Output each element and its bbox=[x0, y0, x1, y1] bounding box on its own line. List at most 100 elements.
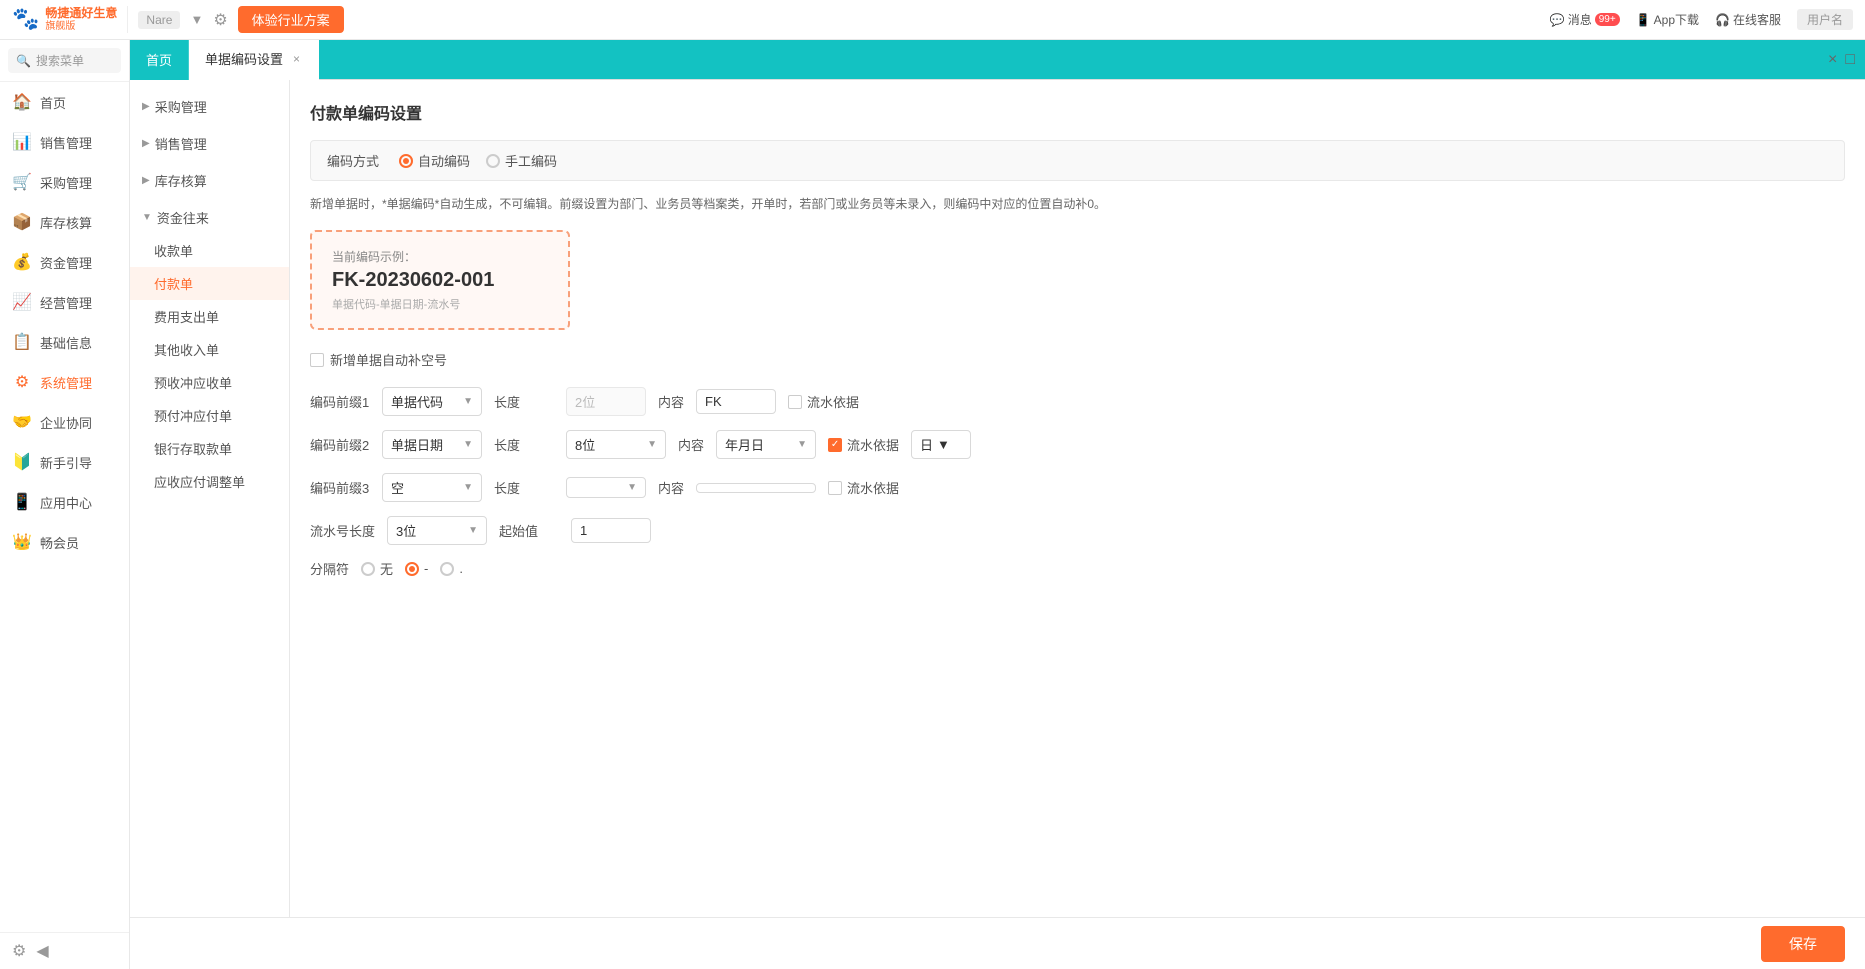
app-name: 畅捷通好生意 bbox=[45, 6, 117, 20]
encoding-method-label: 编码方式 bbox=[327, 151, 379, 170]
sep-dash-dot bbox=[405, 562, 419, 576]
sidebar-settings-icon[interactable]: ⚙ bbox=[12, 941, 26, 961]
sidebar-item-sales[interactable]: 📊 销售管理 bbox=[0, 122, 129, 162]
sidebar-nav: 🏠 首页 📊 销售管理 🛒 采购管理 📦 库存核算 💰 资金管理 📈 经营管理 … bbox=[0, 82, 129, 932]
phone-icon: 📱 bbox=[1636, 13, 1651, 27]
code-preview-desc: 单据代码-单据日期-流水号 bbox=[332, 296, 548, 312]
auto-fill-checkbox[interactable] bbox=[310, 353, 324, 367]
sub-menu-group-inventory: ▶ 库存核算 bbox=[130, 164, 289, 197]
manual-encode-radio[interactable]: 手工编码 bbox=[486, 151, 557, 170]
enterprise-icon: 🤝 bbox=[12, 412, 32, 432]
sub-menu-item-receipt[interactable]: 收款单 bbox=[130, 234, 289, 267]
serial-length-value: 3位 bbox=[396, 521, 416, 540]
settings-icon[interactable]: ⚙ bbox=[213, 10, 227, 30]
prefix2-select[interactable]: 单据日期 ▼ bbox=[382, 430, 482, 459]
minimize-icon[interactable]: × bbox=[1828, 51, 1837, 69]
sidebar-item-purchase[interactable]: 🛒 采购管理 bbox=[0, 162, 129, 202]
trial-button[interactable]: 体验行业方案 bbox=[238, 6, 344, 33]
stream3-label: 流水依据 bbox=[847, 478, 899, 497]
user-avatar[interactable]: 用户名 bbox=[1797, 9, 1853, 30]
sub-menu-item-other-income[interactable]: 其他收入单 bbox=[130, 333, 289, 366]
sidebar: 🔍 搜索菜单 🏠 首页 📊 销售管理 🛒 采购管理 📦 库存核算 💰 资金管理 … bbox=[0, 40, 130, 969]
serial-row: 流水号长度 3位 ▼ 起始值 1 bbox=[310, 516, 1845, 545]
prefix3-value: 空 bbox=[391, 478, 404, 497]
maximize-icon[interactable]: □ bbox=[1845, 51, 1855, 69]
sep-dot-radio[interactable]: . bbox=[440, 561, 463, 576]
sidebar-collapse-icon[interactable]: ◀ bbox=[36, 941, 48, 961]
tab-home[interactable]: 首页 bbox=[130, 40, 189, 80]
app-download-button[interactable]: 📱 App下载 bbox=[1636, 11, 1699, 28]
sidebar-item-guide[interactable]: 🔰 新手引导 bbox=[0, 442, 129, 482]
stream2-checkbox[interactable]: ✓ bbox=[828, 438, 842, 452]
stream2-check: ✓ 流水依据 bbox=[828, 435, 899, 454]
logo-text-group: 畅捷通好生意 旗舰版 bbox=[45, 6, 117, 32]
sub-menu-header-purchase[interactable]: ▶ 采购管理 bbox=[130, 90, 289, 123]
sidebar-search-inner[interactable]: 🔍 搜索菜单 bbox=[8, 48, 121, 73]
sidebar-item-home-label: 首页 bbox=[40, 93, 66, 112]
sidebar-item-member[interactable]: 👑 畅会员 bbox=[0, 522, 129, 562]
sub-menu-header-inventory[interactable]: ▶ 库存核算 bbox=[130, 164, 289, 197]
auto-encode-dot bbox=[399, 154, 413, 168]
tab-close-icon[interactable]: × bbox=[291, 52, 302, 66]
sub-menu-item-advance-receive[interactable]: 预收冲应收单 bbox=[130, 366, 289, 399]
length3-select[interactable]: ▼ bbox=[566, 477, 646, 498]
sidebar-item-finance[interactable]: 💰 资金管理 bbox=[0, 242, 129, 282]
sidebar-item-basic[interactable]: 📋 基础信息 bbox=[0, 322, 129, 362]
content1-input[interactable]: FK bbox=[696, 389, 776, 414]
sub-menu-group-purchase: ▶ 采购管理 bbox=[130, 90, 289, 123]
sub-menu-item-expense[interactable]: 费用支出单 bbox=[130, 300, 289, 333]
sidebar-item-enterprise[interactable]: 🤝 企业协同 bbox=[0, 402, 129, 442]
length1-value: 2位 bbox=[575, 395, 595, 410]
content-area: 付款单编码设置 编码方式 自动编码 手工编码 新增单据时，*单据编码*自动生成，… bbox=[290, 80, 1865, 917]
company-arrow-icon[interactable]: ▼ bbox=[190, 12, 203, 27]
prefix1-select[interactable]: 单据代码 ▼ bbox=[382, 387, 482, 416]
content3-input[interactable] bbox=[696, 483, 816, 493]
sub-menu-bank-deposit-label: 银行存取款单 bbox=[154, 442, 232, 457]
sub-menu-item-receivable-adjust[interactable]: 应收应付调整单 bbox=[130, 465, 289, 498]
sidebar-item-inventory-label: 库存核算 bbox=[40, 213, 92, 232]
length2-select[interactable]: 8位 ▼ bbox=[566, 430, 666, 459]
sub-menu-header-capital[interactable]: ▼ 资金往来 bbox=[130, 201, 289, 234]
sidebar-item-inventory[interactable]: 📦 库存核算 bbox=[0, 202, 129, 242]
sidebar-item-member-label: 畅会员 bbox=[40, 533, 79, 552]
company-selector[interactable]: Nare bbox=[138, 11, 180, 29]
message-badge: 99+ bbox=[1595, 13, 1620, 26]
serial-length-select[interactable]: 3位 ▼ bbox=[387, 516, 487, 545]
sub-menu: ▶ 采购管理 ▶ 销售管理 ▶ 库存核算 ▼ 资金往来 收款单 bbox=[130, 80, 290, 969]
sub-menu-header-sales[interactable]: ▶ 销售管理 bbox=[130, 127, 289, 160]
sales-icon: 📊 bbox=[12, 132, 32, 152]
auto-encode-radio[interactable]: 自动编码 bbox=[399, 151, 470, 170]
online-service-label: 在线客服 bbox=[1733, 11, 1781, 28]
length1-input: 2位 bbox=[566, 387, 646, 416]
sidebar-search[interactable]: 🔍 搜索菜单 bbox=[0, 40, 129, 82]
tab-encode-settings[interactable]: 单据编码设置 × bbox=[189, 40, 319, 80]
sidebar-item-home[interactable]: 🏠 首页 bbox=[0, 82, 129, 122]
length1-label: 长度 bbox=[494, 392, 554, 411]
start-value-input[interactable]: 1 bbox=[571, 518, 651, 543]
stream1-checkbox[interactable] bbox=[788, 395, 802, 409]
prefix3-select[interactable]: 空 ▼ bbox=[382, 473, 482, 502]
tab-home-label: 首页 bbox=[146, 50, 172, 69]
sep-none-radio[interactable]: 无 bbox=[361, 559, 393, 578]
day-select[interactable]: 日 ▼ bbox=[911, 430, 971, 459]
separator-label: 分隔符 bbox=[310, 559, 349, 578]
sub-menu-item-payment[interactable]: 付款单 bbox=[130, 267, 289, 300]
message-button[interactable]: 💬 消息 99+ bbox=[1550, 11, 1620, 28]
day-value: 日 bbox=[920, 435, 933, 454]
stream3-checkbox[interactable] bbox=[828, 481, 842, 495]
manual-encode-label: 手工编码 bbox=[505, 151, 557, 170]
app-sub: 旗舰版 bbox=[45, 21, 117, 33]
online-service-button[interactable]: 🎧 在线客服 bbox=[1715, 11, 1781, 28]
encoding-radio-group: 自动编码 手工编码 bbox=[399, 151, 557, 170]
sep-dash-radio[interactable]: - bbox=[405, 561, 428, 576]
sidebar-item-operations-label: 经营管理 bbox=[40, 293, 92, 312]
sub-menu-item-advance-pay[interactable]: 预付冲应付单 bbox=[130, 399, 289, 432]
save-button[interactable]: 保存 bbox=[1761, 926, 1845, 962]
sidebar-item-system[interactable]: ⚙ 系统管理 bbox=[0, 362, 129, 402]
sub-menu-item-bank-deposit[interactable]: 银行存取款单 bbox=[130, 432, 289, 465]
content2-select[interactable]: 年月日 ▼ bbox=[716, 430, 816, 459]
finance-icon: 💰 bbox=[12, 252, 32, 272]
sub-menu-inventory-label: 库存核算 bbox=[155, 171, 207, 190]
sidebar-item-apps[interactable]: 📱 应用中心 bbox=[0, 482, 129, 522]
sidebar-item-operations[interactable]: 📈 经营管理 bbox=[0, 282, 129, 322]
